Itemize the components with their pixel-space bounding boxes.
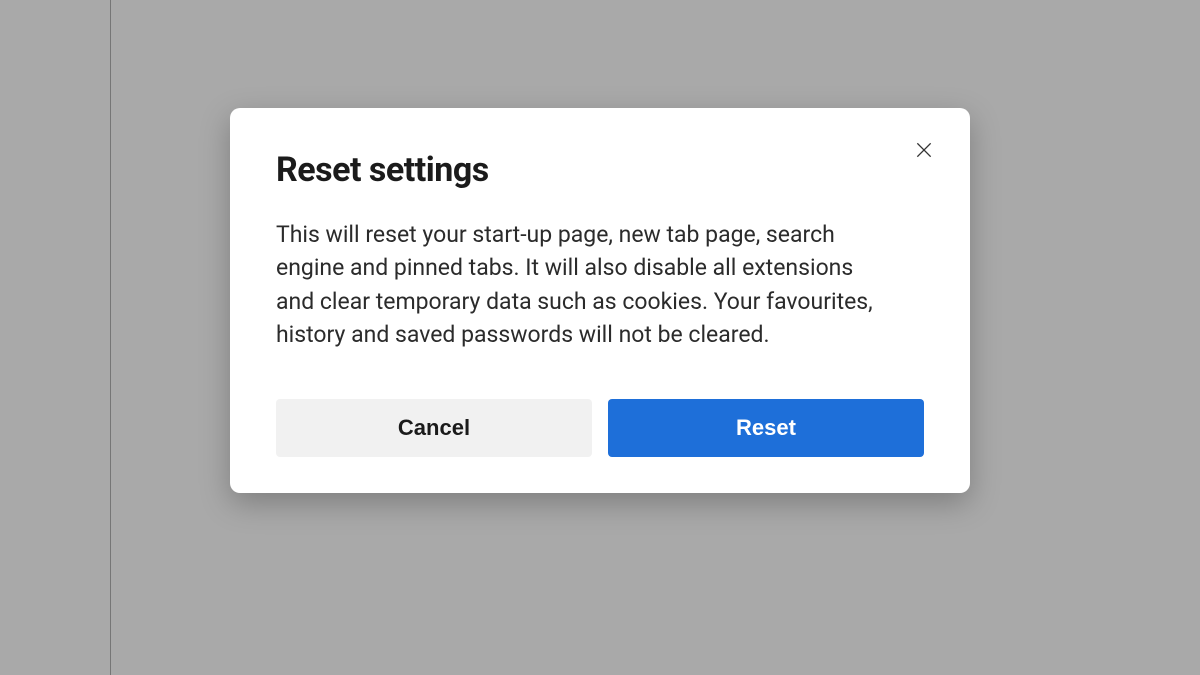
vertical-divider [110,0,111,675]
cancel-button[interactable]: Cancel [276,399,592,457]
reset-settings-dialog: Reset settings This will reset your star… [230,108,970,493]
dialog-button-row: Cancel Reset [276,399,924,457]
close-icon [914,140,934,160]
dialog-body-text: This will reset your start-up page, new … [276,218,896,351]
dialog-title: Reset settings [276,150,924,190]
close-button[interactable] [908,134,940,166]
reset-button[interactable]: Reset [608,399,924,457]
